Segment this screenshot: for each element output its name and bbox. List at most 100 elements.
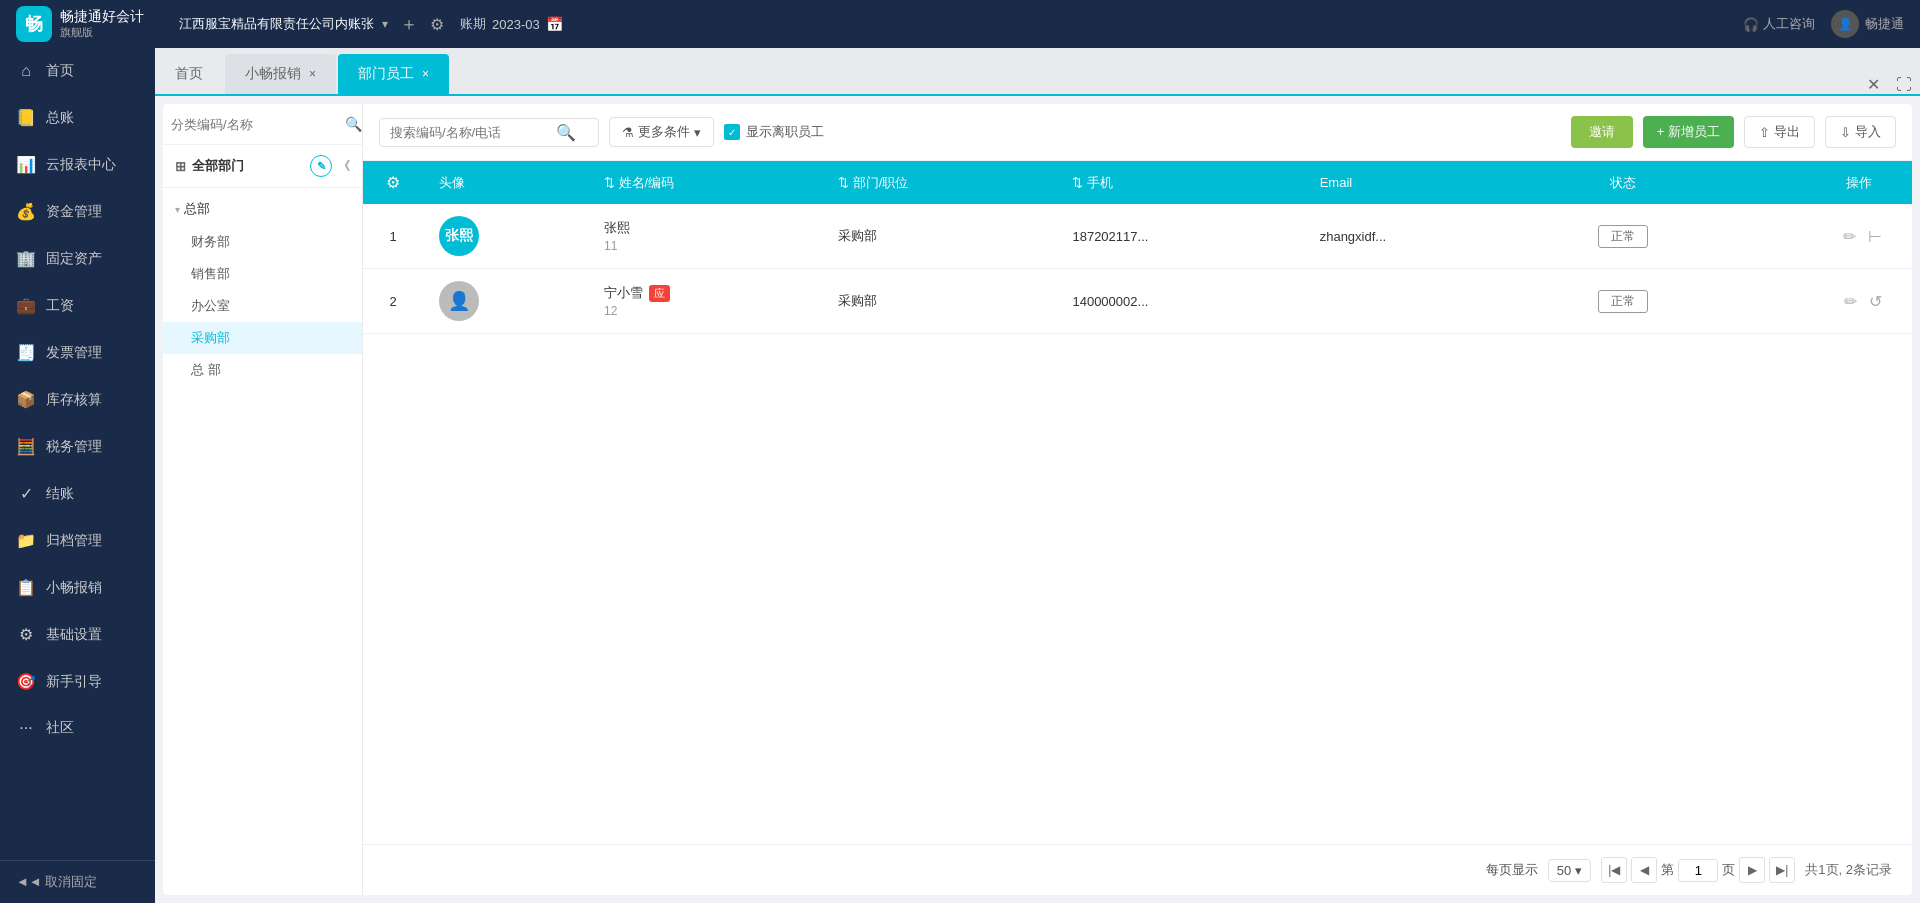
header-settings-icon[interactable]: ⚙ [430,15,444,34]
table-row: 2 👤 宁小雪 [363,269,1912,334]
dept-group-label: 总部 [184,200,210,218]
sidebar-item-invoice[interactable]: 🧾 发票管理 [0,329,155,376]
edit-action-icon[interactable]: ✏ [1843,227,1856,246]
logo-text-block: 畅捷通好会计 旗舰版 [60,8,144,40]
sidebar-label-settings: 基础设置 [46,626,102,644]
logout-action-icon[interactable]: ⊢ [1868,227,1882,246]
tab-expense[interactable]: 小畅报销 × [225,54,336,94]
tab-home[interactable]: 首页 [155,54,223,94]
import-label: 导入 [1855,123,1881,141]
show-resigned-checkbox[interactable]: ✓ [724,124,740,140]
header-add-button[interactable]: ＋ [400,12,418,36]
sidebar-item-expense[interactable]: 📋 小畅报销 [0,564,155,611]
main-layout: ⌂ 首页 📒 总账 📊 云报表中心 💰 资金管理 🏢 固定资产 💼 工资 🧾 发… [0,48,1920,903]
settings-gear-icon[interactable]: ⚙ [386,174,400,191]
dept-child-office[interactable]: 办公室 [163,290,362,322]
import-button[interactable]: ⇩ 导入 [1825,116,1896,148]
sidebar-label-archive: 归档管理 [46,532,102,550]
show-resigned-wrap: ✓ 显示离职员工 [724,123,824,141]
col-phone[interactable]: ⇅ 手机 [1056,161,1303,204]
phone-sort-icon: ⇅ [1072,175,1083,190]
invite-button[interactable]: 邀请 [1571,116,1633,148]
dept-child-purchase[interactable]: 采购部 [163,322,362,354]
page-number-input[interactable] [1678,859,1718,882]
calendar-icon[interactable]: 📅 [546,16,563,32]
dept-child-finance[interactable]: 财务部 [163,226,362,258]
col-dept-pos[interactable]: ⇅ 部门/职位 [822,161,1056,204]
tab-dept-emp[interactable]: 部门员工 × [338,54,449,94]
page-size-select[interactable]: 50 ▾ [1548,859,1591,882]
top-header: 畅 畅捷通好会计 旗舰版 江西服宝精品有限责任公司内账张 ▾ ＋ ⚙ 账期 20… [0,0,1920,48]
page-prev-button[interactable]: ◀ [1631,857,1657,883]
avatar: 👤 [1831,10,1859,38]
window-close-button[interactable]: ✕ [1859,75,1888,94]
tab-dept-emp-close-icon[interactable]: × [422,67,429,81]
window-expand-button[interactable]: ⛶ [1888,76,1920,94]
dept-group-header[interactable]: ▾ 总部 [163,192,362,226]
dept-search-icon[interactable]: 🔍 [345,116,362,132]
page-content: 🔍 ⊞ 全部部门 ✎ 《 ▾ 总部 [163,104,1912,895]
refresh-action-icon[interactable]: ↺ [1869,292,1882,311]
sort-icon: ⇅ [604,175,615,190]
grid-icon: ⊞ [175,159,186,174]
row1-phone: 187202117... [1056,204,1303,269]
company-selector[interactable]: 江西服宝精品有限责任公司内账张 ▾ [179,15,388,33]
page-first-button[interactable]: |◀ [1601,857,1627,883]
filter-button[interactable]: ⚗ 更多条件 ▾ [609,117,714,147]
col-name-code[interactable]: ⇅ 姓名/编码 [588,161,822,204]
sidebar-item-ledger[interactable]: 📒 总账 [0,94,155,141]
company-dropdown-icon: ▾ [382,17,388,31]
sidebar-label-expense: 小畅报销 [46,579,102,597]
dept-collapse-button[interactable]: 《 [338,158,350,175]
edit-action-icon2[interactable]: ✏ [1844,292,1857,311]
export-button[interactable]: ⇧ 导出 [1744,116,1815,148]
reports-icon: 📊 [16,155,36,174]
pin-button[interactable]: ◄◄ 取消固定 [0,861,155,903]
sidebar-label-funds: 资金管理 [46,203,102,221]
sidebar-item-more[interactable]: ··· 社区 [0,705,155,751]
all-dept-label[interactable]: 全部部门 [192,157,244,175]
emp-name2: 宁小雪 [604,284,643,302]
export-label: 导出 [1774,123,1800,141]
sidebar-label-home: 首页 [46,62,74,80]
sidebar-item-guide[interactable]: 🎯 新手引导 [0,658,155,705]
sidebar-item-reports[interactable]: 📊 云报表中心 [0,141,155,188]
company-name: 江西服宝精品有限责任公司内账张 [179,15,374,33]
sidebar-item-assets[interactable]: 🏢 固定资产 [0,235,155,282]
funds-icon: 💰 [16,202,36,221]
sidebar-item-tax[interactable]: 🧮 税务管理 [0,423,155,470]
support-button[interactable]: 🎧 人工咨询 [1743,15,1815,33]
dept-office-label: 办公室 [191,298,230,313]
sidebar-item-salary[interactable]: 💼 工资 [0,282,155,329]
dept-child-sales[interactable]: 销售部 [163,258,362,290]
name-badges: 宁小雪 应 [604,284,806,302]
page-last-button[interactable]: ▶| [1769,857,1795,883]
avatar-zhang: 张熙 [439,216,479,256]
tab-expense-close-icon[interactable]: × [309,67,316,81]
add-employee-button[interactable]: + 新增员工 [1643,116,1734,148]
dept-child-hq[interactable]: 总 部 [163,354,362,386]
user-area[interactable]: 👤 畅捷通 [1831,10,1904,38]
search-input[interactable] [390,125,550,140]
sidebar-item-archive[interactable]: 📁 归档管理 [0,517,155,564]
dept-search-input[interactable] [171,117,339,132]
tab-home-label: 首页 [175,65,203,83]
toolbar: 🔍 ⚗ 更多条件 ▾ ✓ 显示离职员工 邀请 [363,104,1912,161]
sidebar-item-settings[interactable]: ⚙ 基础设置 [0,611,155,658]
assets-icon: 🏢 [16,249,36,268]
support-label: 人工咨询 [1763,15,1815,33]
add-emp-label: + 新增员工 [1657,123,1720,141]
inventory-icon: 📦 [16,390,36,409]
logo-area: 畅 畅捷通好会计 旗舰版 [16,6,171,42]
sidebar-item-settle[interactable]: ✓ 结账 [0,470,155,517]
dept-search-area: 🔍 [163,104,362,145]
sidebar-item-funds[interactable]: 💰 资金管理 [0,188,155,235]
sidebar-item-home[interactable]: ⌂ 首页 [0,48,155,94]
sidebar-item-inventory[interactable]: 📦 库存核算 [0,376,155,423]
page-next-button[interactable]: ▶ [1739,857,1765,883]
sidebar-label-invoice: 发票管理 [46,344,102,362]
dept-edit-icon[interactable]: ✎ [310,155,332,177]
archive-icon: 📁 [16,531,36,550]
dept-group-arrow-icon: ▾ [175,204,180,215]
tab-expense-label: 小畅报销 [245,65,301,83]
